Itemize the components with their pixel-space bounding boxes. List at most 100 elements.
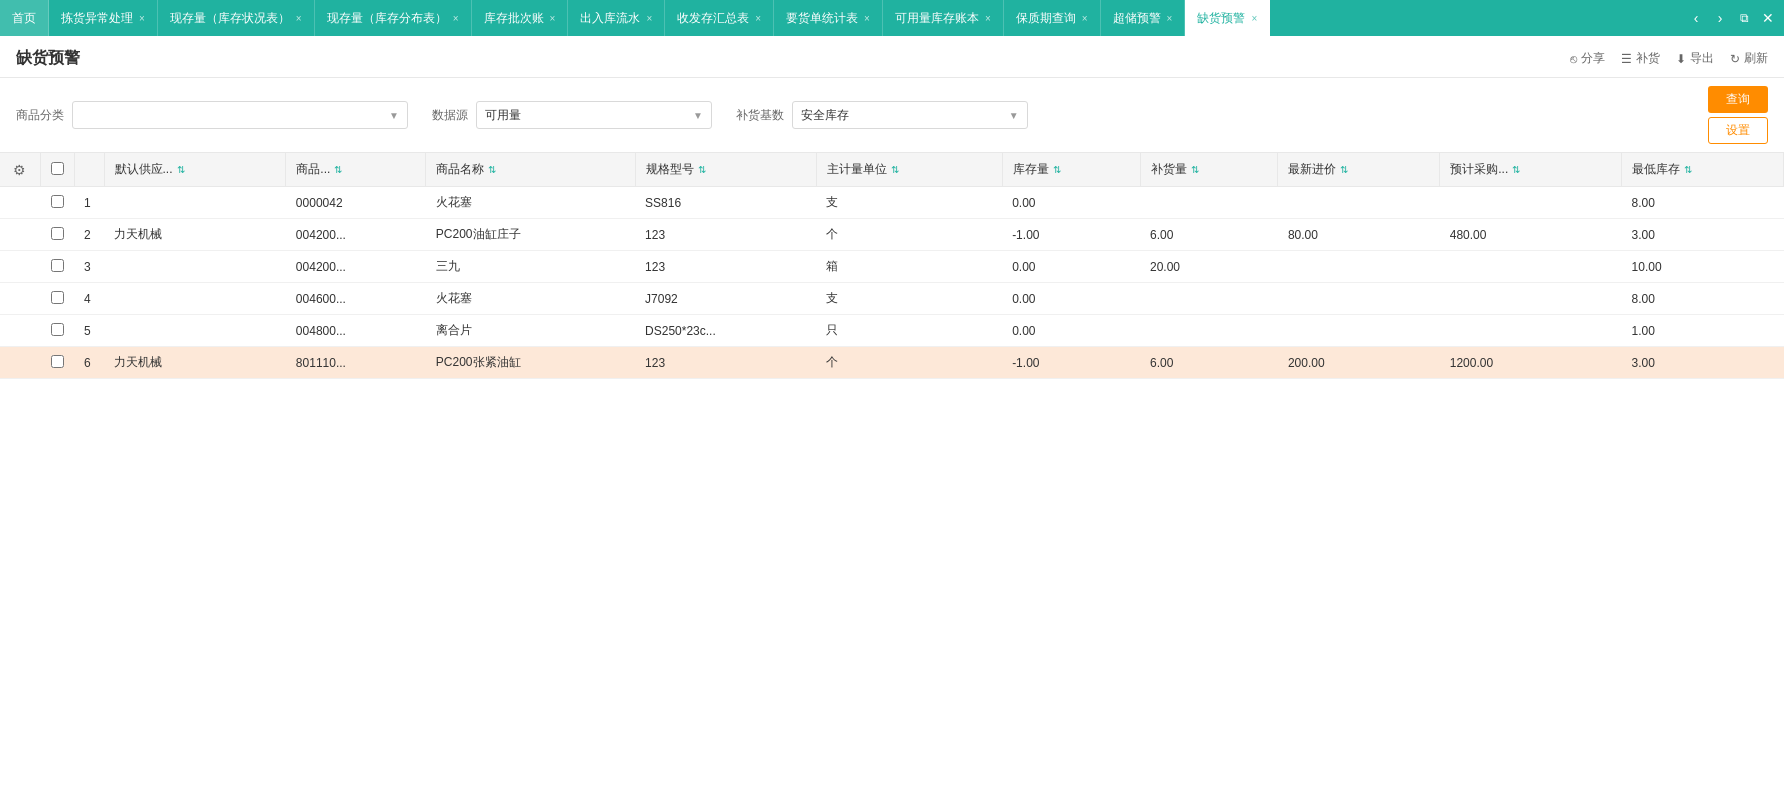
th-stock[interactable]: 库存量 ⇅: [1002, 153, 1140, 187]
row-product-name: PC200油缸庄子: [426, 219, 635, 251]
sort-icon-price: ⇅: [1340, 164, 1348, 175]
th-default-supplier[interactable]: 默认供应... ⇅: [104, 153, 286, 187]
th-est-purchase[interactable]: 预计采购... ⇅: [1440, 153, 1622, 187]
close-tab-demand-stat[interactable]: ×: [864, 13, 870, 24]
data-source-select[interactable]: 可用量 ▼: [476, 101, 712, 129]
row-spec: 123: [635, 251, 816, 283]
row-latest-price: [1278, 187, 1440, 219]
row-product-code: 801110...: [286, 347, 426, 379]
top-nav: 首页 拣货异常处理 × 现存量（库存状况表） × 现存量（库存分布表） × 库存…: [0, 0, 1784, 36]
query-button[interactable]: 查询: [1708, 86, 1768, 113]
nav-tab-inventory-dist[interactable]: 现存量（库存分布表） ×: [315, 0, 472, 36]
th-spec[interactable]: 规格型号 ⇅: [635, 153, 816, 187]
th-min-stock[interactable]: 最低库存 ⇅: [1622, 153, 1784, 187]
data-table: ⚙ 默认供应... ⇅ 商品...: [0, 152, 1784, 379]
th-product-code[interactable]: 商品... ⇅: [286, 153, 426, 187]
refresh-button[interactable]: ↻ 刷新: [1730, 50, 1768, 67]
nav-tab-available-ledger[interactable]: 可用量库存账本 ×: [883, 0, 1004, 36]
th-latest-price[interactable]: 最新进价 ⇅: [1278, 153, 1440, 187]
close-tab-exception[interactable]: ×: [139, 13, 145, 24]
row-unit: 支: [816, 187, 1002, 219]
row-supplier: 力天机械: [104, 347, 286, 379]
row-unit: 个: [816, 219, 1002, 251]
main-content: 缺货预警 ⎋ 分享 ☰ 补货 ⬇ 导出 ↻ 刷新 商品分类: [0, 36, 1784, 796]
gear-icon[interactable]: ⚙: [13, 162, 26, 178]
nav-tab-inout-flow[interactable]: 出入库流水 ×: [568, 0, 665, 36]
replenish-base-select[interactable]: 安全库存 ▼: [792, 101, 1028, 129]
row-checkbox-cell: [40, 315, 74, 347]
close-tab-inventory-status[interactable]: ×: [296, 13, 302, 24]
sort-icon-est: ⇅: [1512, 164, 1520, 175]
sort-icon-replenish: ⇅: [1191, 164, 1199, 175]
nav-prev-btn[interactable]: ‹: [1684, 6, 1708, 30]
row-checkbox[interactable]: [51, 291, 64, 304]
nav-tab-shortage[interactable]: 缺货预警 ×: [1185, 0, 1270, 36]
close-tab-expiry-query[interactable]: ×: [1082, 13, 1088, 24]
export-button[interactable]: ⬇ 导出: [1676, 50, 1714, 67]
close-tab-batch-account[interactable]: ×: [550, 13, 556, 24]
row-latest-price: 200.00: [1278, 347, 1440, 379]
row-settings-cell: [0, 187, 40, 219]
nav-controls: ‹ › ⧉ ✕: [1680, 6, 1784, 30]
replenish-button[interactable]: ☰ 补货: [1621, 50, 1660, 67]
close-tab-inventory-dist[interactable]: ×: [453, 13, 459, 24]
row-checkbox[interactable]: [51, 195, 64, 208]
share-button[interactable]: ⎋ 分享: [1570, 50, 1605, 67]
close-tab-receive-summary[interactable]: ×: [755, 13, 761, 24]
row-min-stock: 8.00: [1622, 283, 1784, 315]
row-replenish-qty: 20.00: [1140, 251, 1278, 283]
close-tab-inout-flow[interactable]: ×: [646, 13, 652, 24]
row-unit: 箱: [816, 251, 1002, 283]
row-seq: 1: [74, 187, 104, 219]
nav-tab-home[interactable]: 首页: [0, 0, 49, 36]
th-replenish-qty[interactable]: 补货量 ⇅: [1140, 153, 1278, 187]
row-est-purchase: [1440, 283, 1622, 315]
row-product-code: 004800...: [286, 315, 426, 347]
th-settings[interactable]: ⚙: [0, 153, 40, 187]
row-min-stock: 1.00: [1622, 315, 1784, 347]
nav-tab-exception[interactable]: 拣货异常处理 ×: [49, 0, 158, 36]
close-tab-shortage[interactable]: ×: [1251, 13, 1257, 24]
replenish-icon: ☰: [1621, 52, 1632, 66]
th-product-name[interactable]: 商品名称 ⇅: [426, 153, 635, 187]
row-replenish-qty: 6.00: [1140, 219, 1278, 251]
th-seq: [74, 153, 104, 187]
row-product-code: 0000042: [286, 187, 426, 219]
row-product-code: 004600...: [286, 283, 426, 315]
row-replenish-qty: 6.00: [1140, 347, 1278, 379]
row-stock: 0.00: [1002, 315, 1140, 347]
row-seq: 3: [74, 251, 104, 283]
row-checkbox[interactable]: [51, 323, 64, 336]
nav-tab-overstock[interactable]: 超储预警 ×: [1101, 0, 1186, 36]
nav-tab-expiry-query[interactable]: 保质期查询 ×: [1004, 0, 1101, 36]
nav-next-btn[interactable]: ›: [1708, 6, 1732, 30]
row-settings-cell: [0, 283, 40, 315]
select-all-checkbox[interactable]: [51, 162, 64, 175]
row-latest-price: [1278, 283, 1440, 315]
row-checkbox[interactable]: [51, 227, 64, 240]
th-unit[interactable]: 主计量单位 ⇅: [816, 153, 1002, 187]
row-spec: 123: [635, 219, 816, 251]
settings-button[interactable]: 设置: [1708, 117, 1768, 144]
sort-icon-name: ⇅: [488, 164, 496, 175]
sort-icon-code: ⇅: [334, 164, 342, 175]
close-tab-overstock[interactable]: ×: [1167, 13, 1173, 24]
commodity-class-select[interactable]: ▼: [72, 101, 408, 129]
row-settings-cell: [0, 251, 40, 283]
nav-close-btn[interactable]: ✕: [1756, 6, 1780, 30]
nav-tab-receive-summary[interactable]: 收发存汇总表 ×: [665, 0, 774, 36]
close-tab-available-ledger[interactable]: ×: [985, 13, 991, 24]
nav-tab-inventory-status[interactable]: 现存量（库存状况表） ×: [158, 0, 315, 36]
table-row: 4 004600... 火花塞 J7092 支 0.00 8.00: [0, 283, 1784, 315]
row-est-purchase: [1440, 251, 1622, 283]
nav-restore-btn[interactable]: ⧉: [1732, 6, 1756, 30]
data-source-value: 可用量: [485, 107, 685, 124]
row-checkbox[interactable]: [51, 259, 64, 272]
table-row: 6 力天机械 801110... PC200张紧油缸 123 个 -1.00 6…: [0, 347, 1784, 379]
commodity-class-arrow-icon: ▼: [389, 110, 399, 121]
nav-tab-batch-account[interactable]: 库存批次账 ×: [472, 0, 569, 36]
nav-tab-demand-stat[interactable]: 要货单统计表 ×: [774, 0, 883, 36]
row-unit: 个: [816, 347, 1002, 379]
row-checkbox[interactable]: [51, 355, 64, 368]
row-stock: 0.00: [1002, 187, 1140, 219]
